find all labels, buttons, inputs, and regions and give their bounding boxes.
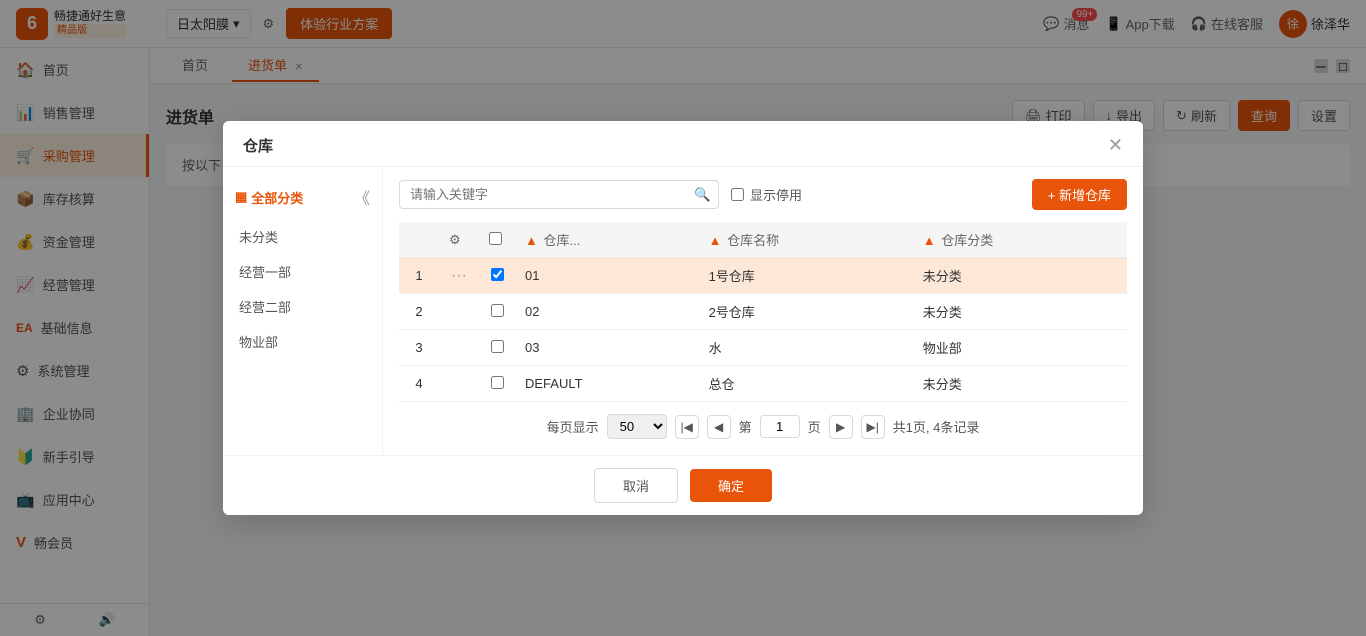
pagination: 每页显示 50 100 200 |◀ ◀ 第 页 ▶ ▶| 共1页, 4条记录: [399, 402, 1127, 443]
search-input[interactable]: [399, 180, 719, 209]
row-action-btn[interactable]: ···: [451, 267, 467, 285]
select-all-checkbox[interactable]: [489, 232, 502, 245]
page-input[interactable]: [760, 415, 800, 438]
th-gear: ⚙: [439, 222, 479, 258]
row-actions: [439, 330, 479, 366]
next-page-btn[interactable]: ▶: [829, 415, 853, 439]
prev-page-btn[interactable]: ◀: [707, 415, 731, 439]
row-actions: [439, 294, 479, 330]
th-num: [399, 222, 439, 258]
row-name: 1号仓库: [699, 258, 913, 294]
category-all[interactable]: ▦ 全部分类: [235, 188, 303, 207]
th-check: [479, 222, 515, 258]
first-page-btn[interactable]: |◀: [675, 415, 699, 439]
category-header: ▦ 全部分类 《: [223, 179, 382, 219]
row-checkbox[interactable]: [491, 340, 504, 353]
table-row[interactable]: 3 03 水 物业部: [399, 330, 1127, 366]
row-category: 未分类: [913, 366, 1127, 402]
grid-icon: ▦: [235, 189, 247, 205]
row-checkbox[interactable]: [491, 304, 504, 317]
dialog-header: 仓库 ✕: [223, 121, 1143, 167]
dialog-title: 仓库: [243, 135, 273, 156]
table-row[interactable]: 1 ··· 01 1号仓库 未分类: [399, 258, 1127, 294]
row-num: 3: [399, 330, 439, 366]
row-actions: ···: [439, 258, 479, 294]
dialog-close-btn[interactable]: ✕: [1108, 135, 1123, 156]
table-body: 1 ··· 01 1号仓库 未分类 2: [399, 258, 1127, 402]
last-page-btn[interactable]: ▶|: [861, 415, 885, 439]
page-size-select[interactable]: 50 100 200: [607, 414, 667, 439]
row-category: 未分类: [913, 258, 1127, 294]
search-bar: 🔍 显示停用 + 新增仓库: [399, 179, 1127, 210]
category-item-property[interactable]: 物业部: [223, 324, 382, 359]
sort-icon-name: ▲: [709, 233, 722, 248]
th-code: ▲ 仓库...: [515, 222, 699, 258]
search-icon-btn[interactable]: 🔍: [694, 187, 711, 203]
page-label: 页: [808, 417, 821, 436]
row-check: [479, 366, 515, 402]
category-item-dept1[interactable]: 经营一部: [223, 254, 382, 289]
row-checkbox[interactable]: [491, 376, 504, 389]
gear-col-icon: ⚙: [449, 232, 461, 247]
row-code: DEFAULT: [515, 366, 699, 402]
category-item-unclassified[interactable]: 未分类: [223, 219, 382, 254]
row-check: [479, 258, 515, 294]
cancel-btn[interactable]: 取消: [594, 468, 678, 503]
sort-icon-code: ▲: [525, 233, 538, 248]
row-actions: [439, 366, 479, 402]
table-header-row: ⚙ ▲ 仓库... ▲ 仓库名称: [399, 222, 1127, 258]
table-row[interactable]: 4 DEFAULT 总仓 未分类: [399, 366, 1127, 402]
goto-label: 第: [739, 417, 752, 436]
sort-icon-category: ▲: [923, 233, 936, 248]
per-page-label: 每页显示: [547, 417, 599, 436]
table-head: ⚙ ▲ 仓库... ▲ 仓库名称: [399, 222, 1127, 258]
row-num: 4: [399, 366, 439, 402]
table-row[interactable]: 2 02 2号仓库 未分类: [399, 294, 1127, 330]
search-input-wrap: 🔍: [399, 180, 719, 209]
row-category: 未分类: [913, 294, 1127, 330]
row-code: 01: [515, 258, 699, 294]
category-panel: ▦ 全部分类 《 未分类 经营一部 经营二部 物业部: [223, 167, 383, 455]
new-warehouse-btn[interactable]: + 新增仓库: [1032, 179, 1127, 210]
dialog-body: ▦ 全部分类 《 未分类 经营一部 经营二部 物业部: [223, 167, 1143, 455]
dialog-footer: 取消 确定: [223, 455, 1143, 515]
show-disabled-label[interactable]: 显示停用: [731, 185, 802, 204]
warehouse-table: ⚙ ▲ 仓库... ▲ 仓库名称: [399, 222, 1127, 402]
row-category: 物业部: [913, 330, 1127, 366]
row-code: 03: [515, 330, 699, 366]
warehouse-dialog: 仓库 ✕ ▦ 全部分类 《 未分类 经营一部: [223, 121, 1143, 515]
show-disabled-checkbox[interactable]: [731, 188, 744, 201]
row-check: [479, 294, 515, 330]
row-name: 水: [699, 330, 913, 366]
modal-overlay: 仓库 ✕ ▦ 全部分类 《 未分类 经营一部: [0, 0, 1366, 636]
confirm-btn[interactable]: 确定: [690, 469, 772, 502]
row-num: 1: [399, 258, 439, 294]
row-checkbox[interactable]: [491, 268, 504, 281]
th-name: ▲ 仓库名称: [699, 222, 913, 258]
row-name: 总仓: [699, 366, 913, 402]
th-category: ▲ 仓库分类: [913, 222, 1127, 258]
total-info: 共1页, 4条记录: [893, 417, 980, 436]
collapse-btn[interactable]: 《: [354, 185, 370, 209]
row-name: 2号仓库: [699, 294, 913, 330]
table-panel: 🔍 显示停用 + 新增仓库 ⚙: [383, 167, 1143, 455]
row-code: 02: [515, 294, 699, 330]
row-check: [479, 330, 515, 366]
category-item-dept2[interactable]: 经营二部: [223, 289, 382, 324]
row-num: 2: [399, 294, 439, 330]
